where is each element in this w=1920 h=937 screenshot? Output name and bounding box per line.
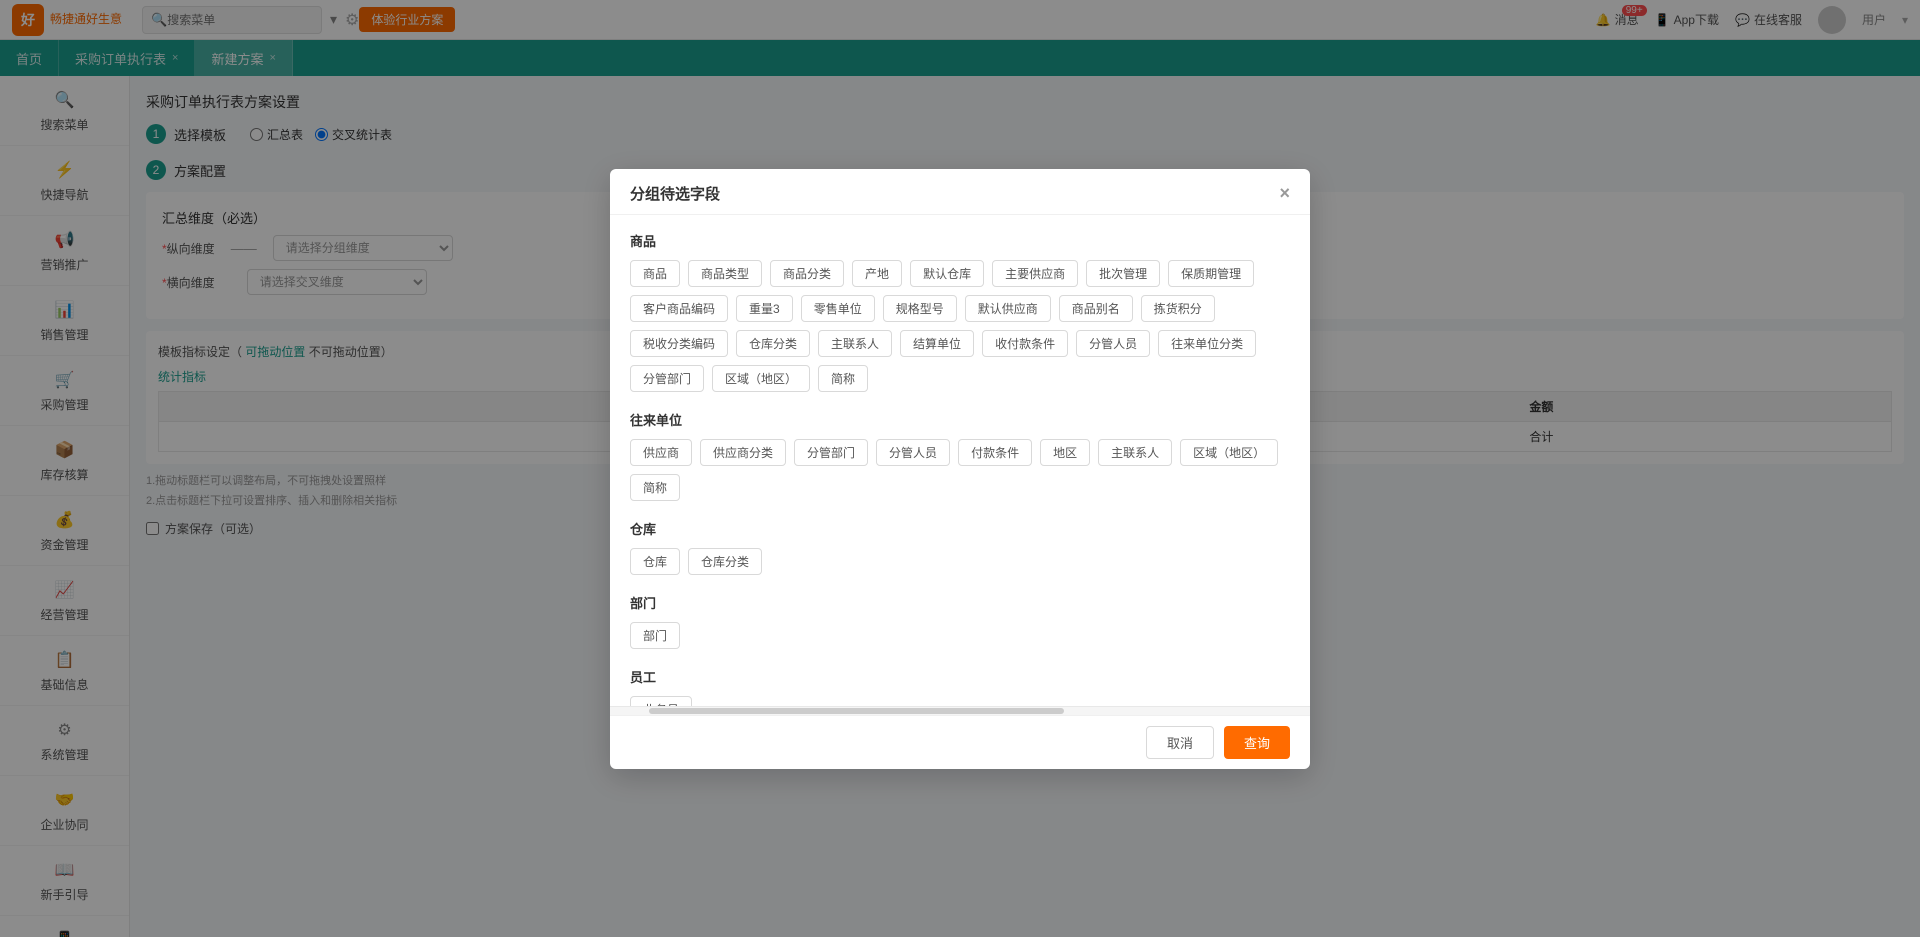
modal-header: 分组待选字段 × [610,169,1310,215]
section-title-employee: 员工 [630,667,1290,686]
modal-overlay: 分组待选字段 × 商品 商品 商品类型 商品分类 产地 默认仓库 主要供应商 批… [0,0,1920,937]
field-section-warehouse: 仓库 仓库 仓库分类 [630,519,1290,575]
field-section-employee: 员工 业务员 [630,667,1290,706]
modal-title: 分组待选字段 [630,183,720,204]
tag-product-alias[interactable]: 商品别名 [1059,295,1133,322]
tag-pick-points[interactable]: 拣货积分 [1141,295,1215,322]
tag-dept-partner[interactable]: 分管部门 [794,439,868,466]
tag-batch-mgmt[interactable]: 批次管理 [1086,260,1160,287]
tag-main-supplier[interactable]: 主要供应商 [992,260,1078,287]
tag-partner-cat[interactable]: 往来单位分类 [1158,330,1256,357]
field-section-department: 部门 部门 [630,593,1290,649]
tag-default-warehouse[interactable]: 默认仓库 [910,260,984,287]
tag-tax-code[interactable]: 税收分类编码 [630,330,728,357]
tag-product[interactable]: 商品 [630,260,680,287]
tag-origin[interactable]: 产地 [852,260,902,287]
tag-spec-model[interactable]: 规格型号 [883,295,957,322]
field-select-modal: 分组待选字段 × 商品 商品 商品类型 商品分类 产地 默认仓库 主要供应商 批… [610,169,1310,769]
section-title-department: 部门 [630,593,1290,612]
section-title-product: 商品 [630,231,1290,250]
tag-shelf-life[interactable]: 保质期管理 [1168,260,1254,287]
tag-payment-terms[interactable]: 收付款条件 [982,330,1068,357]
scrollbar-thumb-h [649,708,1064,714]
tag-main-contact[interactable]: 主联系人 [818,330,892,357]
tag-product-category[interactable]: 商品分类 [770,260,844,287]
tag-payment-cond[interactable]: 付款条件 [958,439,1032,466]
confirm-button[interactable]: 查询 [1224,726,1290,759]
tag-warehouse-category[interactable]: 仓库分类 [688,548,762,575]
modal-close-button[interactable]: × [1279,184,1290,202]
warehouse-field-tags: 仓库 仓库分类 [630,548,1290,575]
tag-supervisor[interactable]: 分管人员 [1076,330,1150,357]
modal-footer: 取消 查询 [610,715,1310,769]
tag-department[interactable]: 部门 [630,622,680,649]
product-field-tags: 商品 商品类型 商品分类 产地 默认仓库 主要供应商 批次管理 保质期管理 客户… [630,260,1290,392]
tag-region-partner[interactable]: 地区 [1040,439,1090,466]
section-title-warehouse: 仓库 [630,519,1290,538]
tag-main-contact-partner[interactable]: 主联系人 [1098,439,1172,466]
tag-abbr-partner[interactable]: 简称 [630,474,680,501]
cancel-button[interactable]: 取消 [1146,726,1214,759]
tag-customer-code[interactable]: 客户商品编码 [630,295,728,322]
tag-settlement-unit[interactable]: 结算单位 [900,330,974,357]
tag-abbr-product[interactable]: 简称 [818,365,868,392]
tag-salesperson[interactable]: 业务员 [630,696,692,706]
tag-supplier[interactable]: 供应商 [630,439,692,466]
dept-field-tags: 部门 [630,622,1290,649]
modal-body: 商品 商品 商品类型 商品分类 产地 默认仓库 主要供应商 批次管理 保质期管理… [610,215,1310,706]
horizontal-scrollbar[interactable] [610,706,1310,715]
tag-region-product[interactable]: 区域（地区） [712,365,810,392]
tag-dept[interactable]: 分管部门 [630,365,704,392]
tag-warehouse[interactable]: 仓库 [630,548,680,575]
tag-default-supplier[interactable]: 默认供应商 [965,295,1051,322]
tag-weight3[interactable]: 重量3 [736,295,793,322]
tag-supervisor-partner[interactable]: 分管人员 [876,439,950,466]
tag-retail-unit[interactable]: 零售单位 [801,295,875,322]
field-section-product: 商品 商品 商品类型 商品分类 产地 默认仓库 主要供应商 批次管理 保质期管理… [630,231,1290,392]
tag-warehouse-cat[interactable]: 仓库分类 [736,330,810,357]
employee-field-tags: 业务员 [630,696,1290,706]
partner-field-tags: 供应商 供应商分类 分管部门 分管人员 付款条件 地区 主联系人 区域（地区） … [630,439,1290,501]
tag-region2-partner[interactable]: 区域（地区） [1180,439,1278,466]
section-title-partner: 往来单位 [630,410,1290,429]
tag-product-type[interactable]: 商品类型 [688,260,762,287]
field-section-partner: 往来单位 供应商 供应商分类 分管部门 分管人员 付款条件 地区 主联系人 区域… [630,410,1290,501]
tag-supplier-cat[interactable]: 供应商分类 [700,439,786,466]
